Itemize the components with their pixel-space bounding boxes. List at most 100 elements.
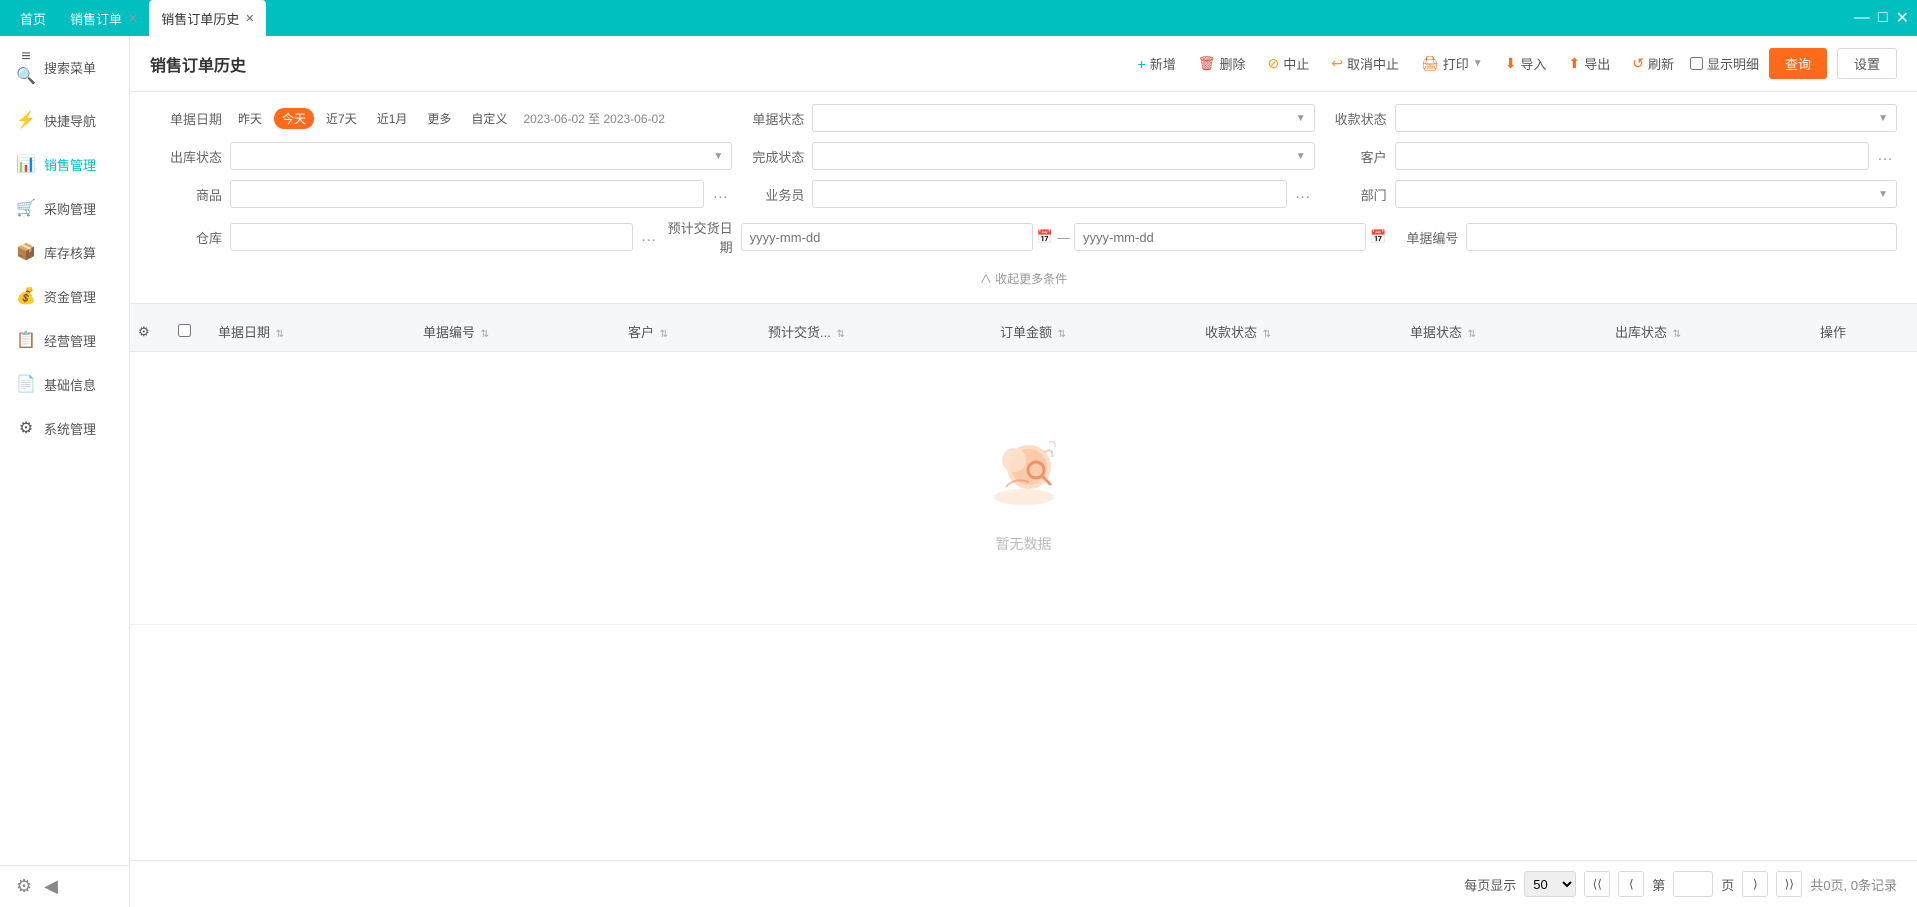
add-icon: + — [1138, 56, 1146, 72]
sidebar-item-nav[interactable]: ⚡ 快捷导航 — [0, 98, 129, 142]
collapse-sidebar-icon[interactable]: ◀ — [44, 876, 58, 897]
sidebar-label-purchase: 采购管理 — [44, 199, 96, 218]
product-col: … — [230, 180, 732, 208]
tab-sales-history-close[interactable]: ✕ — [245, 12, 254, 25]
filter-row-1: 单据日期 昨天 今天 近7天 近1月 更多 自定义 2023-06-02 至 2… — [150, 104, 1897, 132]
date-tab-7days[interactable]: 近7天 — [318, 108, 365, 129]
col-amount-sort: ⇅ — [1058, 329, 1066, 340]
sidebar: ≡🔍 搜索菜单 ⚡ 快捷导航 📊 销售管理 🛒 采购管理 📦 库存核算 💰 资金… — [0, 36, 130, 907]
tab-home[interactable]: 首页 — [8, 0, 58, 36]
salesperson-col: … — [812, 180, 1314, 208]
date-tab-more[interactable]: 更多 — [419, 108, 459, 129]
empty-icon — [974, 422, 1074, 522]
query-button[interactable]: 查询 — [1769, 48, 1827, 79]
complete-status-select[interactable]: ▼ — [812, 142, 1314, 170]
salesperson-dots[interactable]: … — [1291, 185, 1315, 203]
col-number[interactable]: 单据编号 ⇅ — [415, 312, 620, 352]
add-button[interactable]: + 新增 — [1132, 50, 1182, 77]
per-page-select[interactable]: 10 20 50 100 — [1524, 871, 1576, 897]
collapse-button[interactable]: ∧ 收起更多条件 — [150, 266, 1897, 291]
minimize-icon[interactable]: — — [1854, 9, 1870, 27]
sidebar-item-search[interactable]: ≡🔍 搜索菜单 — [0, 36, 129, 98]
complete-status-arrow: ▼ — [1296, 151, 1306, 162]
sidebar-bottom: ⚙ ◀ — [0, 865, 129, 907]
close-icon[interactable]: ✕ — [1896, 8, 1909, 28]
sidebar-label-search: 搜索菜单 — [44, 58, 96, 77]
settings-icon[interactable]: ⚙ — [16, 876, 32, 897]
sidebar-item-sales[interactable]: 📊 销售管理 — [0, 142, 129, 186]
department-select[interactable]: ▼ — [1395, 180, 1897, 208]
col-amount[interactable]: 订单金额 ⇅ — [992, 312, 1197, 352]
settings-button[interactable]: 设置 — [1837, 48, 1897, 79]
date-tab-today[interactable]: 今天 — [274, 108, 314, 129]
date-tab-yesterday[interactable]: 昨天 — [230, 108, 270, 129]
display-detail-toggle[interactable]: 显示明细 — [1690, 54, 1759, 73]
warehouse-label: 仓库 — [150, 228, 230, 247]
delivery-date-from-icon[interactable]: 📅 — [1037, 229, 1053, 245]
date-tab-custom[interactable]: 自定义 — [463, 108, 515, 129]
sidebar-label-system: 系统管理 — [44, 419, 96, 438]
col-doc-status[interactable]: 单据状态 ⇅ — [1402, 312, 1607, 352]
sidebar-item-finance[interactable]: 💰 资金管理 — [0, 274, 129, 318]
col-date[interactable]: 单据日期 ⇅ — [210, 312, 415, 352]
col-customer-sort: ⇅ — [660, 329, 668, 340]
page-number-input[interactable]: 1 — [1673, 871, 1713, 897]
payment-status-select[interactable]: ▼ — [1395, 104, 1897, 132]
product-input[interactable] — [230, 180, 704, 208]
table-settings-icon[interactable]: ⚙ — [138, 324, 150, 339]
delete-button[interactable]: 🗑 删除 — [1192, 50, 1252, 77]
warehouse-col: … — [230, 223, 661, 251]
display-detail-checkbox[interactable] — [1690, 57, 1703, 70]
payment-status-arrow: ▼ — [1878, 113, 1888, 124]
cancel-stop-button[interactable]: ↩ 取消中止 — [1325, 50, 1405, 77]
sidebar-item-purchase[interactable]: 🛒 采购管理 — [0, 186, 129, 230]
filter-row-2: 出库状态 ▼ 完成状态 ▼ 客户 … — [150, 142, 1897, 170]
date-tab-1month[interactable]: 近1月 — [369, 108, 416, 129]
total-info: 共0页, 0条记录 — [1810, 875, 1897, 894]
prev-page-button[interactable]: ⟨ — [1618, 871, 1644, 897]
stop-button[interactable]: ⊘ 中止 — [1262, 50, 1316, 77]
export-button[interactable]: ⬆ 导出 — [1562, 50, 1616, 77]
top-nav: 首页 销售订单 ✕ 销售订单历史 ✕ — □ ✕ — [0, 0, 1917, 36]
col-out-status[interactable]: 出库状态 ⇅ — [1607, 312, 1812, 352]
customer-dots[interactable]: … — [1873, 147, 1897, 165]
salesperson-input[interactable] — [812, 180, 1286, 208]
data-table: ⚙ 单据日期 ⇅ 单据编号 ⇅ — [130, 312, 1917, 625]
sidebar-item-system[interactable]: ⚙ 系统管理 — [0, 406, 129, 450]
select-all-checkbox[interactable] — [178, 324, 191, 337]
last-page-button[interactable]: ⟩⟩ — [1776, 871, 1802, 897]
order-status-select[interactable]: ▼ — [812, 104, 1314, 132]
date-separator: — — [1057, 230, 1070, 245]
sidebar-item-operation[interactable]: 📋 经营管理 — [0, 318, 129, 362]
out-status-label: 出库状态 — [150, 147, 230, 166]
col-payment[interactable]: 收款状态 ⇅ — [1197, 312, 1402, 352]
delivery-date-to[interactable] — [1074, 223, 1366, 251]
sidebar-item-basic[interactable]: 📄 基础信息 — [0, 362, 129, 406]
customer-input[interactable] — [1395, 142, 1869, 170]
stop-label: 中止 — [1283, 54, 1309, 73]
warehouse-input[interactable] — [230, 223, 633, 251]
refresh-button[interactable]: ↺ 刷新 — [1626, 50, 1680, 77]
col-customer[interactable]: 客户 ⇅ — [620, 312, 760, 352]
tab-sales-history[interactable]: 销售订单历史 ✕ — [149, 0, 266, 36]
delivery-date-to-icon[interactable]: 📅 — [1370, 229, 1386, 245]
tab-sales-order-close[interactable]: ✕ — [128, 12, 137, 25]
toolbar: + 新增 🗑 删除 ⊘ 中止 ↩ 取消中止 🖨 打印 — [1132, 48, 1898, 79]
print-button[interactable]: 🖨 打印 ▼ — [1415, 50, 1489, 77]
out-status-select[interactable]: ▼ — [230, 142, 732, 170]
col-delivery[interactable]: 预计交货... ⇅ — [760, 312, 992, 352]
department-label: 部门 — [1315, 185, 1395, 204]
next-page-button[interactable]: ⟩ — [1742, 871, 1768, 897]
delivery-date-from[interactable] — [741, 223, 1033, 251]
product-dots[interactable]: … — [708, 185, 732, 203]
table-container: ⚙ 单据日期 ⇅ 单据编号 ⇅ — [130, 312, 1917, 860]
payment-status-label: 收款状态 — [1315, 109, 1395, 128]
first-page-button[interactable]: ⟨⟨ — [1584, 871, 1610, 897]
tab-sales-order[interactable]: 销售订单 ✕ — [58, 0, 149, 36]
warehouse-dots[interactable]: … — [637, 228, 661, 246]
import-button[interactable]: ⬇ 导入 — [1499, 50, 1553, 77]
maximize-icon[interactable]: □ — [1878, 9, 1888, 27]
doc-number-input[interactable] — [1466, 223, 1897, 251]
col-date-label: 单据日期 — [218, 325, 270, 340]
sidebar-item-inventory[interactable]: 📦 库存核算 — [0, 230, 129, 274]
